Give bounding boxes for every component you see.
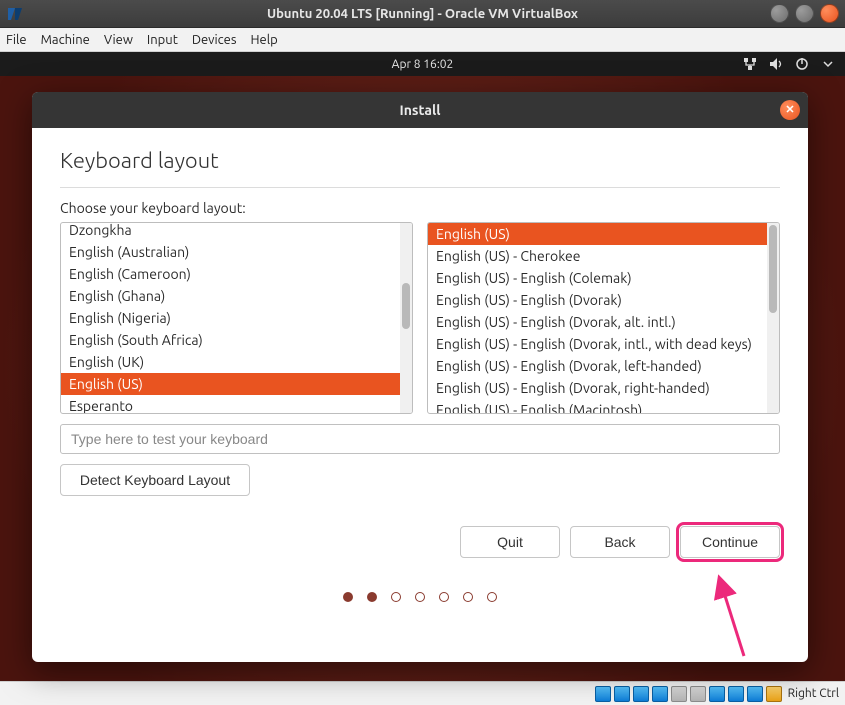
layout-item[interactable]: English (Ghana) (61, 285, 400, 307)
detect-keyboard-button[interactable]: Detect Keyboard Layout (60, 464, 250, 496)
layout-scrollbar[interactable] (400, 223, 412, 413)
menu-devices[interactable]: Devices (192, 33, 237, 47)
status-record-icon[interactable] (728, 686, 744, 702)
status-cpu-icon[interactable] (747, 686, 763, 702)
progress-dot (463, 592, 473, 602)
navigation-row: Quit Back Continue (60, 526, 780, 558)
gnome-system-tray[interactable] (743, 57, 835, 71)
variant-item[interactable]: English (US) - English (Colemak) (428, 267, 767, 289)
progress-dot (343, 592, 353, 602)
power-icon[interactable] (795, 57, 809, 71)
status-usb-icon[interactable] (633, 686, 649, 702)
continue-button[interactable]: Continue (680, 526, 780, 558)
layout-item[interactable]: English (UK) (61, 351, 400, 373)
install-body: Keyboard layout Choose your keyboard lay… (32, 128, 808, 662)
guest-framebuffer: Apr 8 16:02 Install ✕ (0, 52, 845, 681)
variant-item[interactable]: English (US) - English (Macintosh) (428, 399, 767, 414)
layout-item[interactable]: English (South Africa) (61, 329, 400, 351)
keyboard-test-input[interactable] (60, 424, 780, 454)
status-audio-icon[interactable] (690, 686, 706, 702)
choose-layout-label: Choose your keyboard layout: (60, 200, 780, 216)
network-icon[interactable] (743, 57, 757, 71)
back-button[interactable]: Back (570, 526, 670, 558)
variant-item[interactable]: English (US) (428, 223, 767, 245)
ubuntu-desktop-background: Apr 8 16:02 Install ✕ (0, 52, 845, 681)
status-display-icon[interactable] (709, 686, 725, 702)
virtualbox-menubar: File Machine View Input Devices Help (0, 28, 845, 52)
gnome-top-bar[interactable]: Apr 8 16:02 (0, 52, 845, 76)
layout-item[interactable]: English (Cameroon) (61, 263, 400, 285)
variant-item[interactable]: English (US) - English (Dvorak, intl., w… (428, 333, 767, 355)
status-network-icon[interactable] (652, 686, 668, 702)
volume-icon[interactable] (769, 57, 783, 71)
status-mouse-icon[interactable] (766, 686, 782, 702)
variant-item[interactable]: English (US) - English (Dvorak, right-ha… (428, 377, 767, 399)
variant-item[interactable]: English (US) - English (Dvorak, alt. int… (428, 311, 767, 333)
menu-help[interactable]: Help (251, 33, 278, 47)
chevron-down-icon[interactable] (821, 57, 835, 71)
host-key-label: Right Ctrl (788, 687, 839, 700)
variant-listbox[interactable]: English (US)English (US) - CherokeeEngli… (427, 222, 780, 414)
status-optical-icon[interactable] (614, 686, 630, 702)
install-window: Install ✕ Keyboard layout Choose your ke… (32, 92, 808, 662)
layout-item[interactable]: Dzongkha (61, 222, 400, 241)
quit-button[interactable]: Quit (460, 526, 560, 558)
progress-dot (391, 592, 401, 602)
status-shared-folder-icon[interactable] (671, 686, 687, 702)
progress-dots (60, 592, 780, 602)
gnome-clock[interactable]: Apr 8 16:02 (392, 58, 454, 71)
variant-scrollbar[interactable] (767, 223, 779, 413)
progress-dot (487, 592, 497, 602)
virtualbox-window-title: Ubuntu 20.04 LTS [Running] - Oracle VM V… (267, 7, 578, 21)
window-control-group (770, 4, 839, 23)
window-maximize-button[interactable] (795, 4, 814, 23)
page-title: Keyboard layout (60, 148, 780, 173)
progress-dot (439, 592, 449, 602)
window-minimize-button[interactable] (770, 4, 789, 23)
virtualbox-logo-icon (6, 5, 24, 23)
install-window-title: Install (400, 102, 441, 118)
divider (60, 187, 780, 188)
menu-file[interactable]: File (6, 33, 27, 47)
variant-item[interactable]: English (US) - Cherokee (428, 245, 767, 267)
virtualbox-statusbar: Right Ctrl (0, 681, 845, 705)
layout-item[interactable]: Esperanto (61, 395, 400, 414)
layout-item[interactable]: English (Australian) (61, 241, 400, 263)
install-titlebar: Install ✕ (32, 92, 808, 128)
layout-item[interactable]: English (Nigeria) (61, 307, 400, 329)
layout-listbox[interactable]: DzongkhaEnglish (Australian)English (Cam… (60, 222, 413, 414)
menu-machine[interactable]: Machine (41, 33, 90, 47)
window-close-button[interactable] (820, 4, 839, 23)
menu-view[interactable]: View (104, 33, 133, 47)
layout-item[interactable]: English (US) (61, 373, 400, 395)
status-hdd-icon[interactable] (595, 686, 611, 702)
progress-dot (415, 592, 425, 602)
menu-input[interactable]: Input (147, 33, 178, 47)
virtualbox-titlebar: Ubuntu 20.04 LTS [Running] - Oracle VM V… (0, 0, 845, 28)
variant-item[interactable]: English (US) - English (Dvorak) (428, 289, 767, 311)
install-window-close-button[interactable]: ✕ (780, 100, 800, 120)
variant-item[interactable]: English (US) - English (Dvorak, left-han… (428, 355, 767, 377)
progress-dot (367, 592, 377, 602)
